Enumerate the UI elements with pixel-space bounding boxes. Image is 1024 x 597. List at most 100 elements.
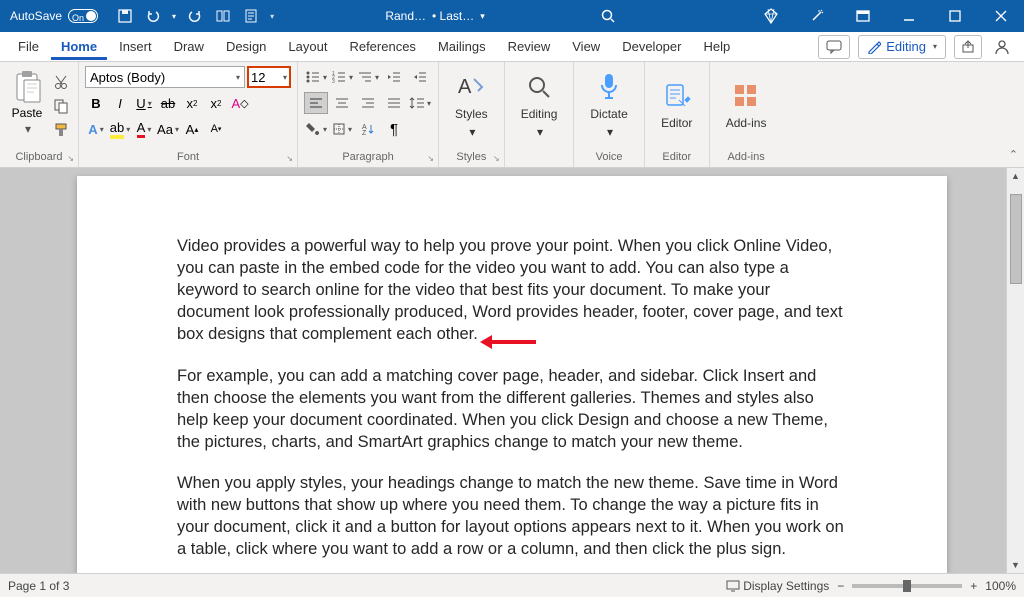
align-left-button[interactable]	[304, 92, 328, 114]
scrollbar-thumb[interactable]	[1010, 194, 1022, 284]
bullets-button[interactable]: ▾	[304, 66, 328, 88]
maximize-icon[interactable]	[932, 0, 978, 32]
justify-button[interactable]	[382, 92, 406, 114]
tab-draw[interactable]: Draw	[164, 33, 214, 60]
font-size-combo[interactable]: 12▾	[247, 66, 291, 88]
page-indicator[interactable]: Page 1 of 3	[8, 579, 69, 593]
document-title[interactable]: Rand… • Last… ▾	[282, 9, 588, 23]
zoom-slider[interactable]	[852, 584, 962, 588]
tab-layout[interactable]: Layout	[278, 33, 337, 60]
undo-icon[interactable]	[144, 7, 162, 25]
cut-icon[interactable]	[50, 72, 72, 92]
tab-insert[interactable]: Insert	[109, 33, 162, 60]
numbering-button[interactable]: 123▾	[330, 66, 354, 88]
strikethrough-button[interactable]: ab	[157, 92, 179, 114]
group-editing: Editing▾	[505, 62, 575, 167]
save-icon[interactable]	[116, 7, 134, 25]
group-label-paragraph: Paragraph	[304, 151, 432, 165]
autosave-label: AutoSave	[10, 9, 62, 23]
ribbon-display-icon[interactable]	[840, 0, 886, 32]
font-color-button[interactable]: A▾	[133, 118, 155, 140]
paste-button[interactable]: Paste ▾	[6, 66, 48, 140]
qat-icon-1[interactable]	[214, 7, 232, 25]
editor-button[interactable]: Editor	[651, 66, 703, 140]
group-label-voice: Voice	[580, 151, 637, 165]
group-addins: Add-ins Add-ins	[710, 62, 783, 167]
format-painter-icon[interactable]	[50, 120, 72, 140]
svg-text:A: A	[458, 76, 472, 98]
wand-icon[interactable]	[794, 0, 840, 32]
decrease-indent-button[interactable]	[382, 66, 406, 88]
display-settings-button[interactable]: Display Settings	[726, 579, 829, 593]
share-button[interactable]	[954, 35, 982, 59]
align-center-button[interactable]	[330, 92, 354, 114]
editing-button[interactable]: Editing▾	[511, 66, 568, 140]
ribbon: Paste ▾ Clipboard Aptos (Body)▾ 12▾ B I …	[0, 62, 1024, 168]
status-bar: Page 1 of 3 Display Settings − + 100%	[0, 573, 1024, 597]
italic-button[interactable]: I	[109, 92, 131, 114]
shading-button[interactable]: ▾	[304, 118, 328, 140]
multilevel-button[interactable]: ▾	[356, 66, 380, 88]
underline-button[interactable]: U▾	[133, 92, 155, 114]
vertical-scrollbar[interactable]: ▲ ▼	[1006, 168, 1024, 573]
font-name-combo[interactable]: Aptos (Body)▾	[85, 66, 245, 88]
increase-indent-button[interactable]	[408, 66, 432, 88]
paragraph-2: For example, you can add a matching cove…	[177, 366, 847, 454]
minimize-icon[interactable]	[886, 0, 932, 32]
close-icon[interactable]	[978, 0, 1024, 32]
redo-icon[interactable]	[186, 7, 204, 25]
editing-mode-button[interactable]: Editing ▾	[858, 35, 946, 59]
scroll-up-icon[interactable]: ▲	[1007, 168, 1024, 184]
tab-file[interactable]: File	[8, 33, 49, 60]
subscript-button[interactable]: x2	[181, 92, 203, 114]
text-effects-button[interactable]: A▾	[85, 118, 107, 140]
group-paragraph: ▾ 123▾ ▾ ▾ ▾ ▾ AZ ¶ Paragraph	[298, 62, 439, 167]
group-label-editor: Editor	[651, 151, 703, 165]
tab-review[interactable]: Review	[498, 33, 561, 60]
group-label-clipboard: Clipboard	[6, 151, 72, 165]
tab-home[interactable]: Home	[51, 33, 107, 60]
borders-button[interactable]: ▾	[330, 118, 354, 140]
quick-access-toolbar: ▾ ▾	[108, 7, 282, 25]
group-voice: Dictate▾ Voice	[574, 62, 644, 167]
align-right-button[interactable]	[356, 92, 380, 114]
tab-mailings[interactable]: Mailings	[428, 33, 496, 60]
diamond-icon[interactable]	[748, 0, 794, 32]
account-icon[interactable]	[988, 35, 1016, 59]
show-marks-button[interactable]: ¶	[382, 118, 406, 140]
clear-formatting-button[interactable]: A◇	[229, 92, 251, 114]
highlight-button[interactable]: ab▾	[109, 118, 131, 140]
search-icon[interactable]	[588, 8, 628, 24]
svg-text:3: 3	[332, 79, 335, 84]
change-case-button[interactable]: Aa▾	[157, 118, 179, 140]
tab-design[interactable]: Design	[216, 33, 276, 60]
superscript-button[interactable]: x2	[205, 92, 227, 114]
grow-font-button[interactable]: A▴	[181, 118, 203, 140]
copy-icon[interactable]	[50, 96, 72, 116]
tab-help[interactable]: Help	[693, 33, 740, 60]
paragraph-3: When you apply styles, your headings cha…	[177, 473, 847, 561]
dictate-button[interactable]: Dictate▾	[580, 66, 637, 140]
document-page[interactable]: Video provides a powerful way to help yo…	[77, 176, 947, 573]
styles-button[interactable]: A Styles▾	[445, 66, 498, 140]
qat-icon-2[interactable]	[242, 7, 260, 25]
line-spacing-button[interactable]: ▾	[408, 92, 432, 114]
qat-customize-icon[interactable]: ▾	[270, 12, 274, 21]
tab-view[interactable]: View	[562, 33, 610, 60]
zoom-out-button[interactable]: −	[837, 579, 844, 593]
zoom-level[interactable]: 100%	[985, 579, 1016, 593]
tab-developer[interactable]: Developer	[612, 33, 691, 60]
shrink-font-button[interactable]: A▾	[205, 118, 227, 140]
addins-button[interactable]: Add-ins	[716, 66, 777, 140]
sort-button[interactable]: AZ	[356, 118, 380, 140]
scroll-down-icon[interactable]: ▼	[1007, 557, 1024, 573]
tab-references[interactable]: References	[339, 33, 425, 60]
zoom-in-button[interactable]: +	[970, 579, 977, 593]
document-area[interactable]: Video provides a powerful way to help yo…	[0, 168, 1024, 573]
comments-button[interactable]	[818, 35, 850, 59]
bold-button[interactable]: B	[85, 92, 107, 114]
group-label-addins: Add-ins	[716, 151, 777, 165]
group-clipboard: Paste ▾ Clipboard	[0, 62, 79, 167]
collapse-ribbon-icon[interactable]: ⌃	[1009, 148, 1018, 161]
autosave-toggle[interactable]: AutoSave On	[0, 9, 108, 23]
